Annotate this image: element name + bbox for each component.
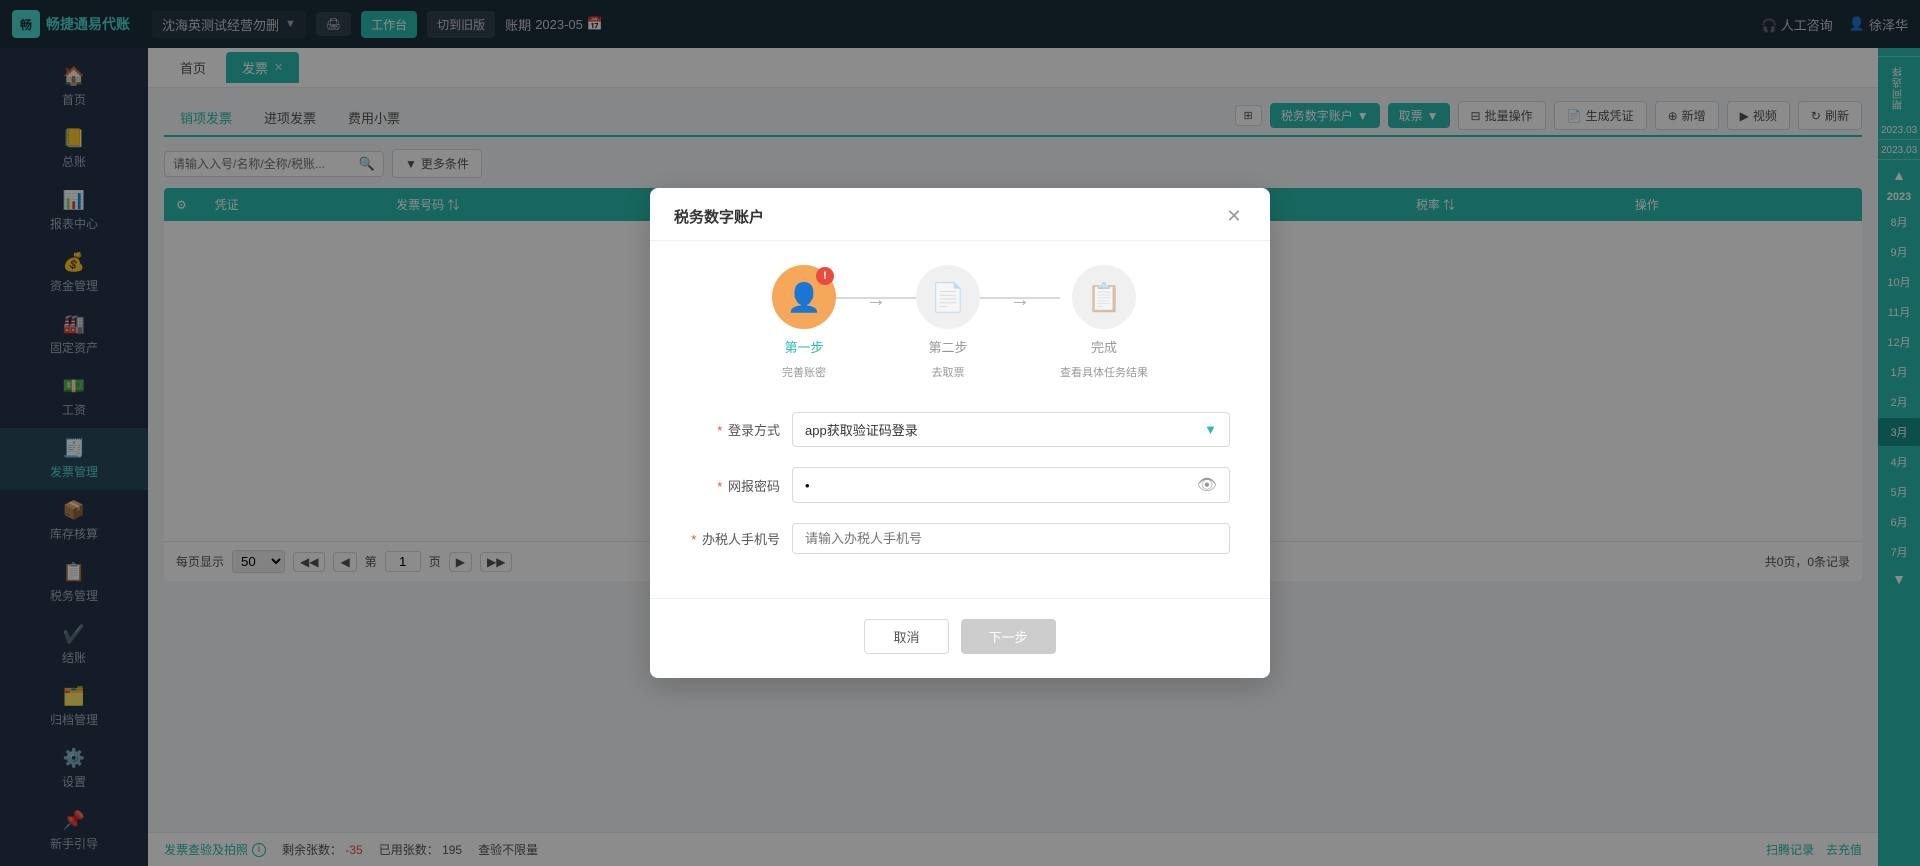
modal-body: 👤 ! 第一步 完善账密 → 📄 第二步 去取票: [650, 241, 1270, 598]
password-label-text: 网报密码: [728, 479, 780, 494]
form-row-phone: * 办税人手机号: [690, 523, 1230, 554]
step-3: 📋 完成 查看具体任务结果: [1060, 265, 1148, 380]
step-2-icon-wrap: 📄: [916, 265, 980, 329]
step-2-desc: 去取票: [932, 364, 965, 380]
login-method-label-text: 登录方式: [728, 423, 780, 438]
modal-footer: 取消 下一步: [650, 598, 1270, 678]
step-2-icon: 📄: [931, 281, 966, 314]
password-input[interactable]: [805, 478, 1197, 493]
phone-label: * 办税人手机号: [690, 529, 780, 548]
password-label: * 网报密码: [690, 476, 780, 495]
step-1-icon: 👤: [787, 281, 822, 314]
step-connector-2: →: [980, 297, 1060, 299]
step-2: 📄 第二步 去取票: [916, 265, 980, 380]
login-method-label: * 登录方式: [690, 420, 780, 439]
modal-overlay: 税务数字账户 ✕ 👤 ! 第一步 完善账密 →: [0, 0, 1920, 866]
modal-title: 税务数字账户: [674, 206, 764, 227]
form-row-login-method: * 登录方式 app获取验证码登录 ▼: [690, 412, 1230, 447]
login-method-select[interactable]: app获取验证码登录 ▼: [792, 412, 1230, 447]
step-3-label: 完成: [1091, 337, 1117, 356]
step-connector-1: →: [836, 297, 916, 299]
modal-dialog: 税务数字账户 ✕ 👤 ! 第一步 完善账密 →: [650, 188, 1270, 678]
eye-icon[interactable]: 👁: [1197, 475, 1217, 495]
password-input-wrap: 👁: [792, 467, 1230, 503]
login-method-chevron-icon: ▼: [1204, 422, 1217, 437]
form-row-password: * 网报密码 👁: [690, 467, 1230, 503]
modal-header: 税务数字账户 ✕: [650, 188, 1270, 241]
phone-required: *: [691, 532, 696, 547]
step-1-badge: !: [816, 267, 834, 285]
phone-input[interactable]: [805, 531, 1217, 546]
step-3-desc: 查看具体任务结果: [1060, 364, 1148, 380]
next-button[interactable]: 下一步: [961, 619, 1056, 654]
cancel-button[interactable]: 取消: [864, 619, 948, 654]
steps: 👤 ! 第一步 完善账密 → 📄 第二步 去取票: [690, 265, 1230, 380]
password-required: *: [717, 479, 722, 494]
step-2-label: 第二步: [928, 337, 967, 356]
login-method-required: *: [717, 423, 722, 438]
step-1-icon-wrap: 👤 !: [772, 265, 836, 329]
step-1: 👤 ! 第一步 完善账密: [772, 265, 836, 380]
step-3-icon: 📋: [1087, 281, 1122, 314]
phone-input-wrap: [792, 523, 1230, 554]
step-1-label: 第一步: [784, 337, 823, 356]
step-1-desc: 完善账密: [782, 364, 826, 380]
step-3-icon-wrap: 📋: [1072, 265, 1136, 329]
phone-label-text: 办税人手机号: [702, 532, 780, 547]
modal-close-btn[interactable]: ✕: [1222, 204, 1246, 228]
login-method-value: app获取验证码登录: [805, 420, 918, 439]
